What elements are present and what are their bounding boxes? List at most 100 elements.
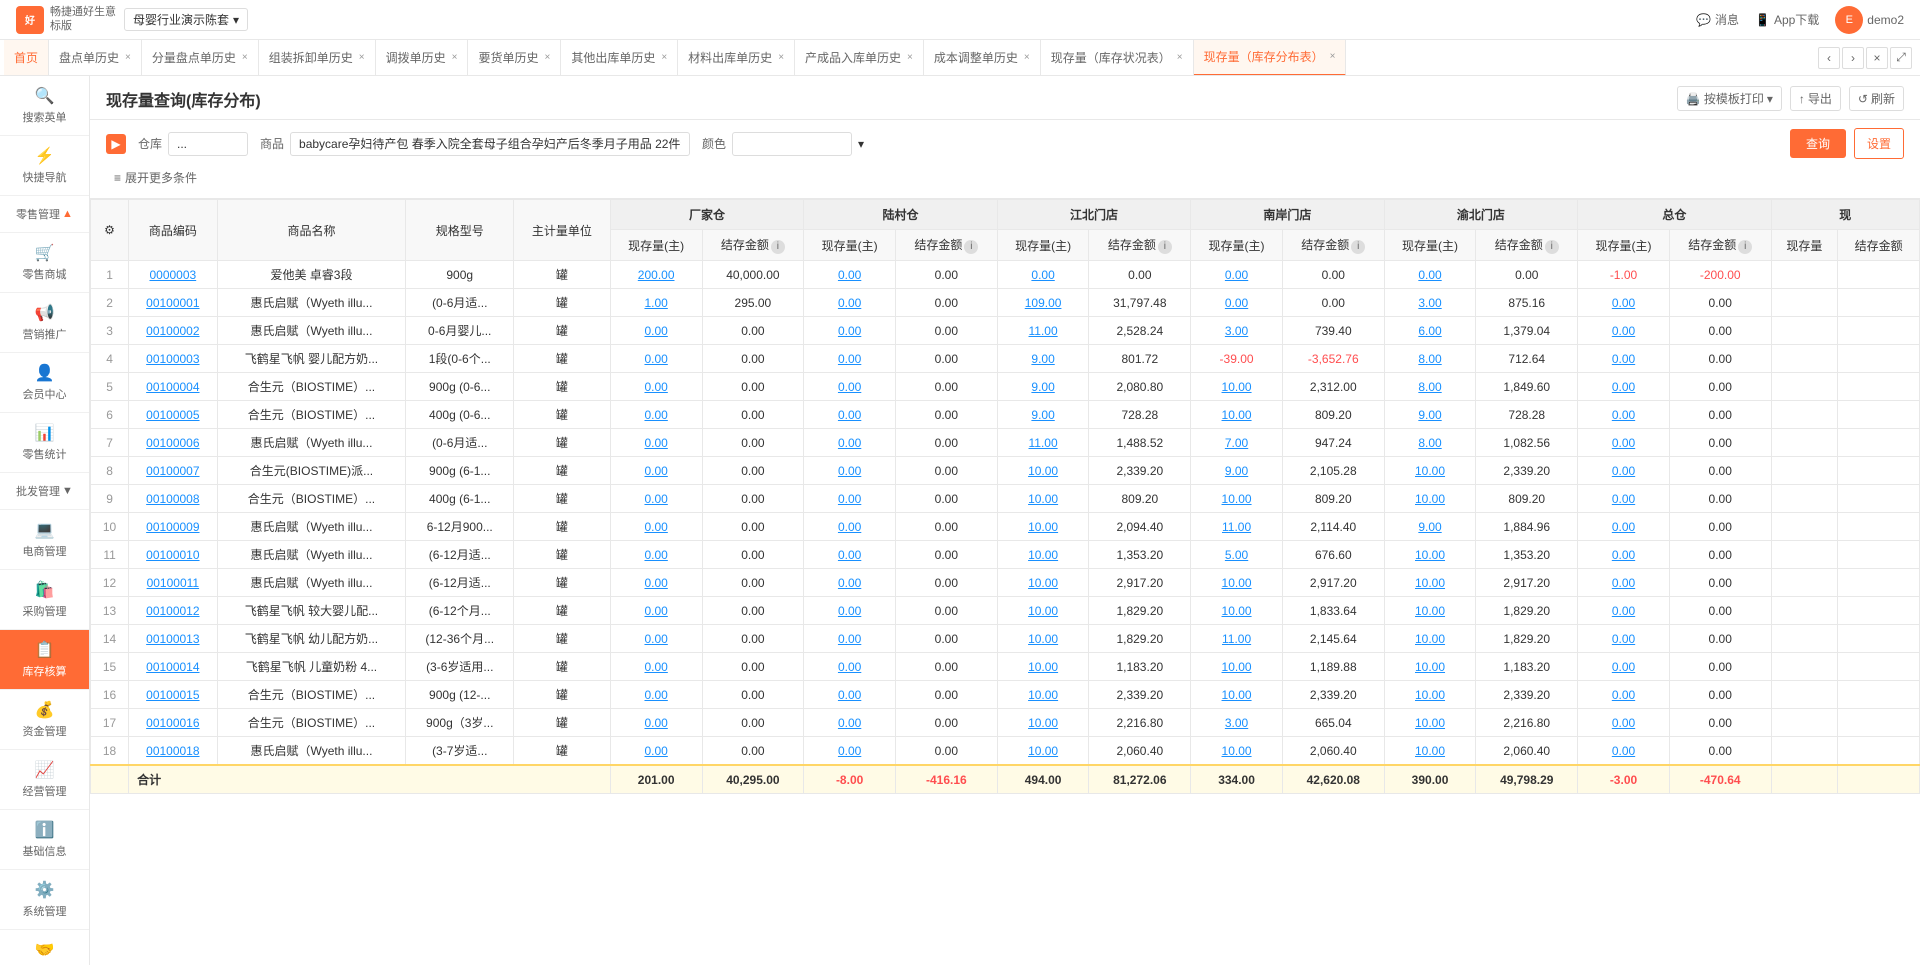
tab-assembly[interactable]: 组装拆卸单历史 ×	[259, 40, 376, 76]
nanan-stock[interactable]: 10.00	[1191, 681, 1283, 709]
sidebar-item-member[interactable]: 👤 会员中心	[0, 353, 89, 413]
total-stock[interactable]: 0.00	[1578, 681, 1670, 709]
factory-stock[interactable]: 0.00	[610, 625, 702, 653]
total-stock[interactable]: 0.00	[1578, 737, 1670, 766]
changsha-stock[interactable]: 0.00	[804, 681, 896, 709]
tab-close-icon[interactable]: ×	[661, 52, 667, 63]
total-stock[interactable]: 0.00	[1578, 709, 1670, 737]
total-stock[interactable]: 0.00	[1578, 317, 1670, 345]
color-input[interactable]	[732, 132, 852, 156]
tab-close-icon[interactable]: ×	[778, 52, 784, 63]
factory-stock[interactable]: 0.00	[610, 653, 702, 681]
nanan-stock[interactable]: 7.00	[1191, 429, 1283, 457]
jiangbei-stock[interactable]: 109.00	[997, 289, 1089, 317]
changsha-stock[interactable]: 0.00	[804, 457, 896, 485]
factory-stock[interactable]: 0.00	[610, 681, 702, 709]
tab-close-icon[interactable]: ×	[125, 52, 131, 63]
goods-code[interactable]: 00100001	[129, 289, 217, 317]
warehouse-input[interactable]	[168, 132, 248, 156]
tab-close-icon[interactable]: ×	[242, 52, 248, 63]
factory-stock[interactable]: 200.00	[610, 261, 702, 289]
yubeibei-stock[interactable]: 6.00	[1384, 317, 1476, 345]
yubeibei-stock[interactable]: 8.00	[1384, 345, 1476, 373]
total-stock[interactable]: 0.00	[1578, 569, 1670, 597]
changsha-stock[interactable]: 0.00	[804, 541, 896, 569]
nanan-stock[interactable]: 10.00	[1191, 401, 1283, 429]
tab-finished-inbound[interactable]: 产成品入库单历史 ×	[795, 40, 924, 76]
jiangbei-stock[interactable]: 10.00	[997, 737, 1089, 766]
changsha-stock[interactable]: 0.00	[804, 653, 896, 681]
jiangbei-stock[interactable]: 10.00	[997, 653, 1089, 681]
changsha-stock[interactable]: 0.00	[804, 709, 896, 737]
sidebar-item-ops[interactable]: 📈 经营管理	[0, 750, 89, 810]
tab-close-icon[interactable]: ×	[1024, 52, 1030, 63]
jiangbei-stock[interactable]: 10.00	[997, 457, 1089, 485]
yubeibei-stock[interactable]: 10.00	[1384, 737, 1476, 766]
jiangbei-stock[interactable]: 11.00	[997, 317, 1089, 345]
yubeibei-stock[interactable]: 8.00	[1384, 429, 1476, 457]
info-icon[interactable]: i	[1158, 240, 1172, 254]
goods-code[interactable]: 00100011	[129, 569, 217, 597]
factory-stock[interactable]: 0.00	[610, 709, 702, 737]
jiangbei-stock[interactable]: 10.00	[997, 569, 1089, 597]
nanan-stock[interactable]: 11.00	[1191, 625, 1283, 653]
info-icon[interactable]: i	[1738, 240, 1752, 254]
total-stock[interactable]: 0.00	[1578, 541, 1670, 569]
nanan-stock[interactable]: 10.00	[1191, 485, 1283, 513]
info-icon[interactable]: i	[1545, 240, 1559, 254]
factory-stock[interactable]: 0.00	[610, 429, 702, 457]
jiangbei-stock[interactable]: 0.00	[997, 261, 1089, 289]
goods-code[interactable]: 00100014	[129, 653, 217, 681]
jiangbei-stock[interactable]: 9.00	[997, 345, 1089, 373]
goods-code[interactable]: 00100007	[129, 457, 217, 485]
goods-input[interactable]	[290, 132, 690, 156]
changsha-stock[interactable]: 0.00	[804, 401, 896, 429]
tab-prev-btn[interactable]: ‹	[1818, 47, 1840, 69]
total-stock[interactable]: 0.00	[1578, 513, 1670, 541]
nanan-stock[interactable]: 10.00	[1191, 653, 1283, 681]
goods-code[interactable]: 00100015	[129, 681, 217, 709]
tab-transfer[interactable]: 调拨单历史 ×	[376, 40, 469, 76]
yubeibei-stock[interactable]: 10.00	[1384, 485, 1476, 513]
total-stock[interactable]: 0.00	[1578, 289, 1670, 317]
goods-code[interactable]: 00100003	[129, 345, 217, 373]
goods-code[interactable]: 00100008	[129, 485, 217, 513]
sidebar-item-inventory[interactable]: 📋 库存核算	[0, 630, 89, 690]
sidebar-item-nav[interactable]: ⚡ 快捷导航	[0, 136, 89, 196]
sidebar-item-finance[interactable]: 💰 资金管理	[0, 690, 89, 750]
goods-code[interactable]: 00100012	[129, 597, 217, 625]
yubeibei-stock[interactable]: 3.00	[1384, 289, 1476, 317]
query-btn[interactable]: 查询	[1790, 129, 1846, 158]
sidebar-item-search[interactable]: 🔍 搜索英单	[0, 76, 89, 136]
tab-close-icon[interactable]: ×	[907, 52, 913, 63]
message-btn[interactable]: 💬 消息	[1696, 11, 1739, 28]
yubeibei-stock[interactable]: 9.00	[1384, 401, 1476, 429]
sidebar-item-marketing[interactable]: 📢 营销推广	[0, 293, 89, 353]
factory-stock[interactable]: 0.00	[610, 345, 702, 373]
nanan-stock[interactable]: 10.00	[1191, 597, 1283, 625]
changsha-stock[interactable]: 0.00	[804, 485, 896, 513]
goods-code[interactable]: 00100013	[129, 625, 217, 653]
jiangbei-stock[interactable]: 9.00	[997, 401, 1089, 429]
goods-code[interactable]: 00100018	[129, 737, 217, 766]
tab-other-outbound[interactable]: 其他出库单历史 ×	[561, 40, 678, 76]
total-stock[interactable]: 0.00	[1578, 429, 1670, 457]
goods-code[interactable]: 00100004	[129, 373, 217, 401]
nanan-stock[interactable]: 10.00	[1191, 737, 1283, 766]
tab-next-btn[interactable]: ›	[1842, 47, 1864, 69]
sidebar-item-collab[interactable]: 🤝 企业协同	[0, 930, 89, 965]
nanan-stock[interactable]: 9.00	[1191, 457, 1283, 485]
tab-cost-adjust[interactable]: 成本调整单历史 ×	[924, 40, 1041, 76]
changsha-stock[interactable]: 0.00	[804, 429, 896, 457]
industry-selector[interactable]: 母婴行业演示陈套 ▾	[124, 8, 248, 31]
total-stock[interactable]: 0.00	[1578, 373, 1670, 401]
sidebar-item-retail-mgmt[interactable]: 零售管理 ▲	[0, 196, 89, 233]
total-stock[interactable]: 0.00	[1578, 625, 1670, 653]
factory-stock[interactable]: 0.00	[610, 597, 702, 625]
changsha-stock[interactable]: 0.00	[804, 625, 896, 653]
factory-stock[interactable]: 0.00	[610, 401, 702, 429]
yubeibei-stock[interactable]: 10.00	[1384, 541, 1476, 569]
changsha-stock[interactable]: 0.00	[804, 289, 896, 317]
yubeibei-stock[interactable]: 10.00	[1384, 597, 1476, 625]
factory-stock[interactable]: 0.00	[610, 569, 702, 597]
